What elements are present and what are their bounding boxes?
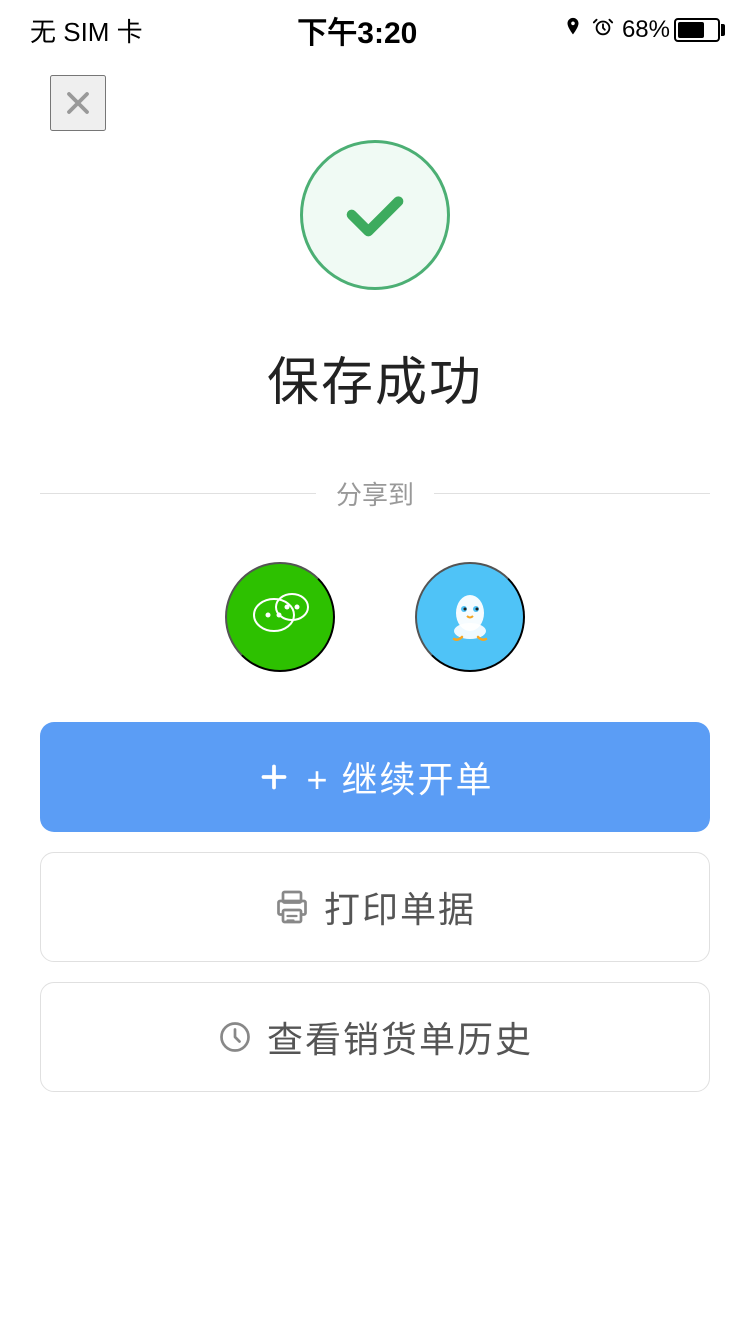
history-label: 查看销货单历史 — [267, 1011, 533, 1063]
share-wechat-button[interactable] — [225, 562, 335, 672]
print-label: 打印单据 — [324, 881, 476, 933]
share-divider: 分享到 — [40, 475, 710, 512]
battery-fill — [678, 22, 704, 38]
divider-line-right — [434, 493, 710, 494]
wechat-icon — [248, 585, 312, 649]
success-indicator — [300, 140, 450, 290]
qq-icon — [438, 585, 502, 649]
continue-order-button[interactable]: + 继续开单 — [40, 722, 710, 832]
battery-icon — [674, 18, 720, 42]
plus-icon — [256, 759, 292, 795]
share-icons-row — [40, 562, 710, 672]
share-qq-button[interactable] — [415, 562, 525, 672]
status-time: 下午3:20 — [297, 8, 417, 52]
share-section: 分享到 — [0, 475, 750, 672]
checkmark-icon — [335, 173, 415, 258]
alarm-icon — [592, 16, 614, 45]
status-indicators: 68% — [562, 16, 720, 45]
printer-icon — [274, 889, 310, 925]
battery-indicator: 68% — [622, 16, 720, 44]
share-label: 分享到 — [336, 475, 414, 512]
action-buttons: + 继续开单 打印单据 查看销货单历史 — [0, 722, 750, 1092]
continue-order-label: + 继续开单 — [306, 751, 493, 803]
battery-text: 68% — [622, 16, 670, 44]
status-carrier: 无 SIM 卡 — [30, 12, 153, 49]
location-icon — [562, 16, 584, 45]
close-button[interactable] — [50, 75, 106, 131]
history-button[interactable]: 查看销货单历史 — [40, 982, 710, 1092]
divider-line-left — [40, 493, 316, 494]
carrier-text: 无 SIM 卡 — [30, 12, 143, 49]
success-title: 保存成功 — [267, 340, 483, 415]
history-icon — [217, 1019, 253, 1055]
status-bar: 无 SIM 卡 下午3:20 68% — [0, 0, 750, 60]
print-button[interactable]: 打印单据 — [40, 852, 710, 962]
main-content: 保存成功 分享到 — [0, 60, 750, 1092]
